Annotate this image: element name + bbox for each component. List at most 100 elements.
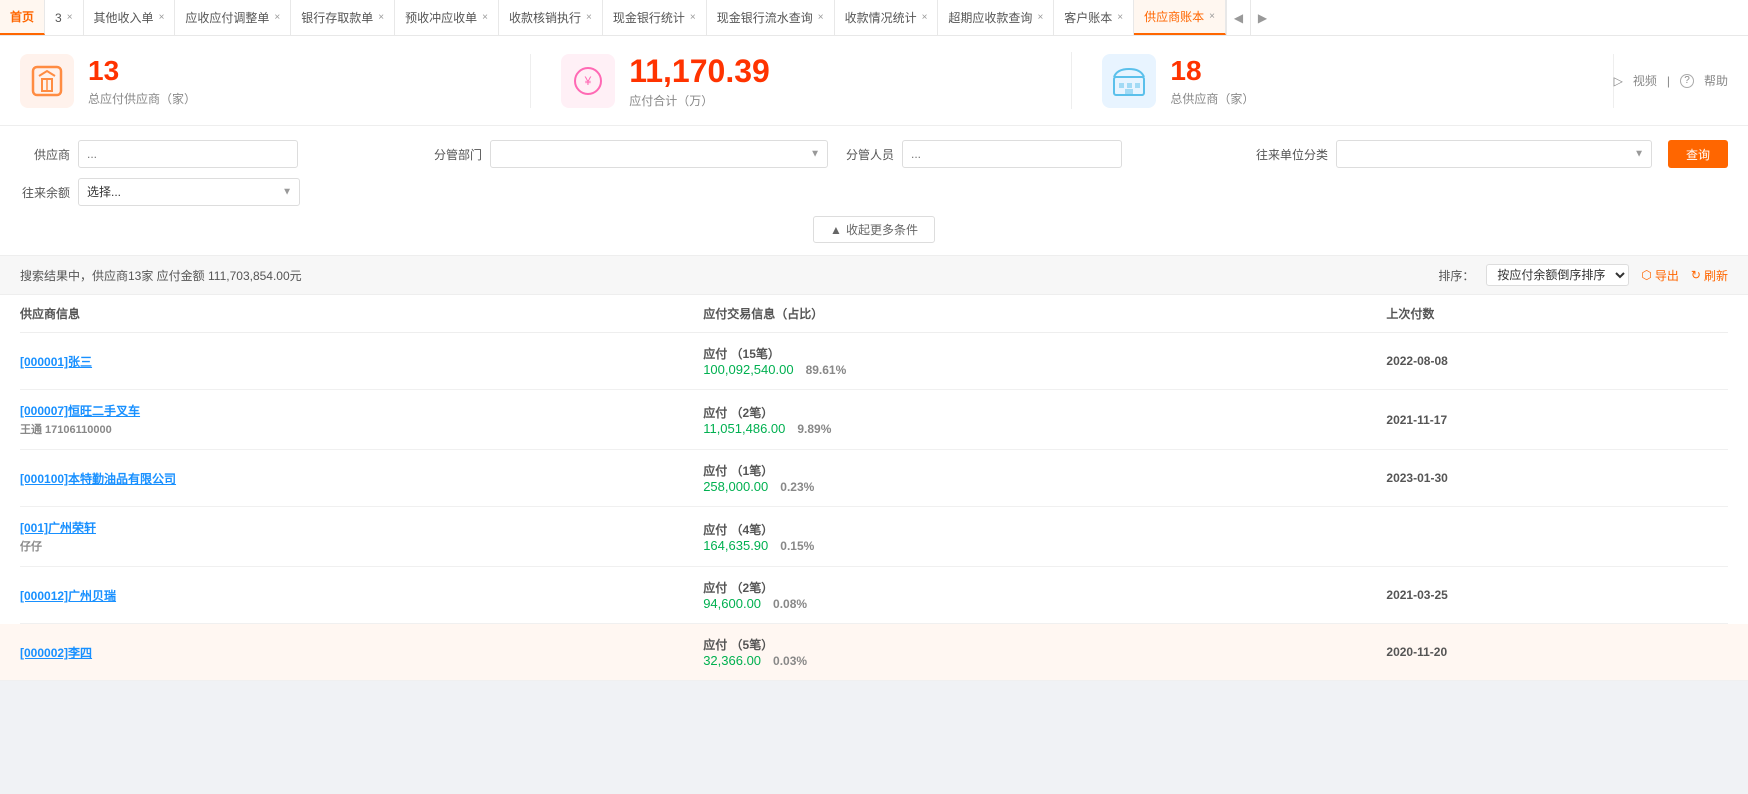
- export-label: 导出: [1655, 267, 1679, 284]
- supplier-info-3: [001]广州荣轩 仔仔: [20, 519, 703, 554]
- lastpay-date-1: 2021-11-17: [1386, 413, 1447, 427]
- dept-select[interactable]: [490, 140, 828, 168]
- video-link[interactable]: 视频: [1633, 72, 1657, 89]
- nav-tab-supplier[interactable]: 供应商账本 ×: [1134, 0, 1226, 35]
- nav-tab-adjustment-label: 应收应付调整单: [185, 9, 269, 26]
- balance-select[interactable]: 选择...: [78, 178, 300, 206]
- category-label: 往来单位分类: [1256, 146, 1328, 163]
- transaction-pct-5: 0.03%: [773, 654, 807, 668]
- lastpay-5: 2020-11-20: [1386, 645, 1728, 659]
- nav-tab-collection-stat[interactable]: 收款情况统计 ×: [835, 0, 939, 35]
- nav-tab-payment[interactable]: 收款核销执行 ×: [499, 0, 603, 35]
- total-payable-icon: ¥: [561, 54, 615, 108]
- table-row: [000100]本特勤油品有限公司 应付 （1笔） 258,000.00 0.2…: [20, 450, 1728, 507]
- supplier-info-5: [000002]李四: [20, 644, 703, 661]
- col-header-transaction: 应付交易信息（占比）: [703, 305, 1386, 322]
- nav-tab-prepay[interactable]: 预收冲应收单 ×: [395, 0, 499, 35]
- table-header: 供应商信息 应付交易信息（占比） 上次付数: [20, 295, 1728, 333]
- payable-suppliers-number: 13: [88, 54, 196, 88]
- nav-tab-bank-label: 银行存取款单: [301, 9, 373, 26]
- transaction-label-0: 应付 （15笔）: [703, 345, 1386, 362]
- person-input[interactable]: [902, 140, 1122, 168]
- payable-suppliers-label: 总应付供应商（家）: [88, 90, 196, 107]
- total-payable-text: 11,170.39 应付合计（万）: [629, 52, 770, 109]
- collapse-icon: ▲: [830, 223, 842, 237]
- nav-tab-payment-close[interactable]: ×: [586, 12, 592, 23]
- sort-select[interactable]: 按应付余额倒序排序: [1486, 264, 1629, 286]
- table-row: [000001]张三 应付 （15笔） 100,092,540.00 89.61…: [20, 333, 1728, 390]
- summary-item-total-suppliers: 18 总供应商（家）: [1072, 54, 1613, 108]
- person-field: 分管人员: [844, 140, 1240, 168]
- result-info: 搜索结果中，供应商13家 应付金额 111,703,854.00元: [20, 267, 302, 284]
- nav-tab-adjustment[interactable]: 应收应付调整单 ×: [175, 0, 291, 35]
- supplier-link-5[interactable]: [000002]李四: [20, 644, 703, 661]
- nav-tab-home[interactable]: 首页: [0, 0, 45, 35]
- nav-tab-customer[interactable]: 客户账本 ×: [1054, 0, 1134, 35]
- supplier-info-4: [000012]广州贝瑞: [20, 587, 703, 604]
- nav-tab-other-income[interactable]: 其他收入单 ×: [84, 0, 176, 35]
- nav-arrow-left[interactable]: ◀: [1226, 0, 1250, 36]
- export-button[interactable]: ⬡ 导出: [1641, 267, 1679, 284]
- transaction-amount-3[interactable]: 164,635.90: [703, 538, 768, 553]
- transaction-amount-4[interactable]: 94,600.00: [703, 596, 761, 611]
- category-select[interactable]: [1336, 140, 1652, 168]
- sort-label: 排序：: [1438, 267, 1474, 284]
- nav-tab-prepay-close[interactable]: ×: [482, 12, 488, 23]
- nav-tab-supplier-close[interactable]: ×: [1209, 11, 1215, 22]
- total-suppliers-number: 18: [1170, 54, 1254, 88]
- result-actions: 排序： 按应付余额倒序排序 ⬡ 导出 ↻ 刷新: [1438, 264, 1728, 286]
- transaction-amount-1[interactable]: 11,051,486.00: [703, 421, 785, 436]
- col-header-lastpay: 上次付数: [1386, 305, 1728, 322]
- lastpay-0: 2022-08-08: [1386, 354, 1728, 368]
- transaction-amount-0[interactable]: 100,092,540.00: [703, 362, 793, 377]
- total-suppliers-text: 18 总供应商（家）: [1170, 54, 1254, 107]
- transaction-amount-5[interactable]: 32,366.00: [703, 653, 761, 668]
- supplier-label: 供应商: [20, 146, 70, 163]
- nav-tab-3-close[interactable]: ×: [67, 12, 73, 23]
- supplier-link-0[interactable]: [000001]张三: [20, 353, 703, 370]
- nav-tab-customer-close[interactable]: ×: [1117, 12, 1123, 23]
- transaction-info-5: 应付 （5笔） 32,366.00 0.03%: [703, 636, 1386, 668]
- collapse-button[interactable]: ▲ 收起更多条件: [813, 216, 935, 243]
- transaction-amount-2[interactable]: 258,000.00: [703, 479, 768, 494]
- transaction-pct-4: 0.08%: [773, 597, 807, 611]
- nav-tab-cashflow[interactable]: 现金银行流水查询 ×: [707, 0, 835, 35]
- supplier-link-2[interactable]: [000100]本特勤油品有限公司: [20, 470, 703, 487]
- help-icon: ?: [1680, 74, 1694, 88]
- nav-tab-cashflow-close[interactable]: ×: [818, 12, 824, 23]
- nav-tab-bank[interactable]: 银行存取款单 ×: [291, 0, 395, 35]
- nav-tab-overdue[interactable]: 超期应收款查询 ×: [938, 0, 1054, 35]
- supplier-input[interactable]: [78, 140, 298, 168]
- nav-tab-overdue-close[interactable]: ×: [1037, 12, 1043, 23]
- result-bar: 搜索结果中，供应商13家 应付金额 111,703,854.00元 排序： 按应…: [0, 256, 1748, 295]
- transaction-pct-1: 9.89%: [797, 422, 831, 436]
- nav-arrow-right[interactable]: ▶: [1250, 0, 1274, 36]
- nav-tab-cashbank[interactable]: 现金银行统计 ×: [603, 0, 707, 35]
- nav-tab-collection-stat-label: 收款情况统计: [845, 9, 917, 26]
- supplier-link-3[interactable]: [001]广州荣轩: [20, 519, 703, 536]
- nav-tab-3[interactable]: 3 ×: [45, 0, 84, 35]
- supplier-info-0: [000001]张三: [20, 353, 703, 370]
- nav-tab-adjustment-close[interactable]: ×: [274, 12, 280, 23]
- supplier-link-4[interactable]: [000012]广州贝瑞: [20, 587, 703, 604]
- total-suppliers-label: 总供应商（家）: [1170, 90, 1254, 107]
- transaction-row-4: 94,600.00 0.08%: [703, 596, 1386, 611]
- balance-label: 往来余额: [20, 184, 70, 201]
- transaction-info-3: 应付 （4笔） 164,635.90 0.15%: [703, 521, 1386, 553]
- summary-bar: 13 总应付供应商（家） ¥ 11,170.39 应付合计（万）: [0, 36, 1748, 126]
- transaction-info-2: 应付 （1笔） 258,000.00 0.23%: [703, 462, 1386, 494]
- supplier-info-2: [000100]本特勤油品有限公司: [20, 470, 703, 487]
- lastpay-date-4: 2021-03-25: [1386, 588, 1447, 602]
- supplier-link-1[interactable]: [000007]恒旺二手叉车: [20, 402, 703, 419]
- nav-tab-cashbank-close[interactable]: ×: [690, 12, 696, 23]
- lastpay-date-5: 2020-11-20: [1386, 645, 1447, 659]
- nav-tab-other-income-close[interactable]: ×: [159, 12, 165, 23]
- transaction-row-0: 100,092,540.00 89.61%: [703, 362, 1386, 377]
- nav-tab-collection-stat-close[interactable]: ×: [922, 12, 928, 23]
- refresh-button[interactable]: ↻ 刷新: [1691, 267, 1728, 284]
- nav-tab-bank-close[interactable]: ×: [378, 12, 384, 23]
- search-button[interactable]: 查询: [1668, 140, 1728, 168]
- transaction-label-3: 应付 （4笔）: [703, 521, 1386, 538]
- transaction-row-3: 164,635.90 0.15%: [703, 538, 1386, 553]
- help-link[interactable]: 帮助: [1704, 72, 1728, 89]
